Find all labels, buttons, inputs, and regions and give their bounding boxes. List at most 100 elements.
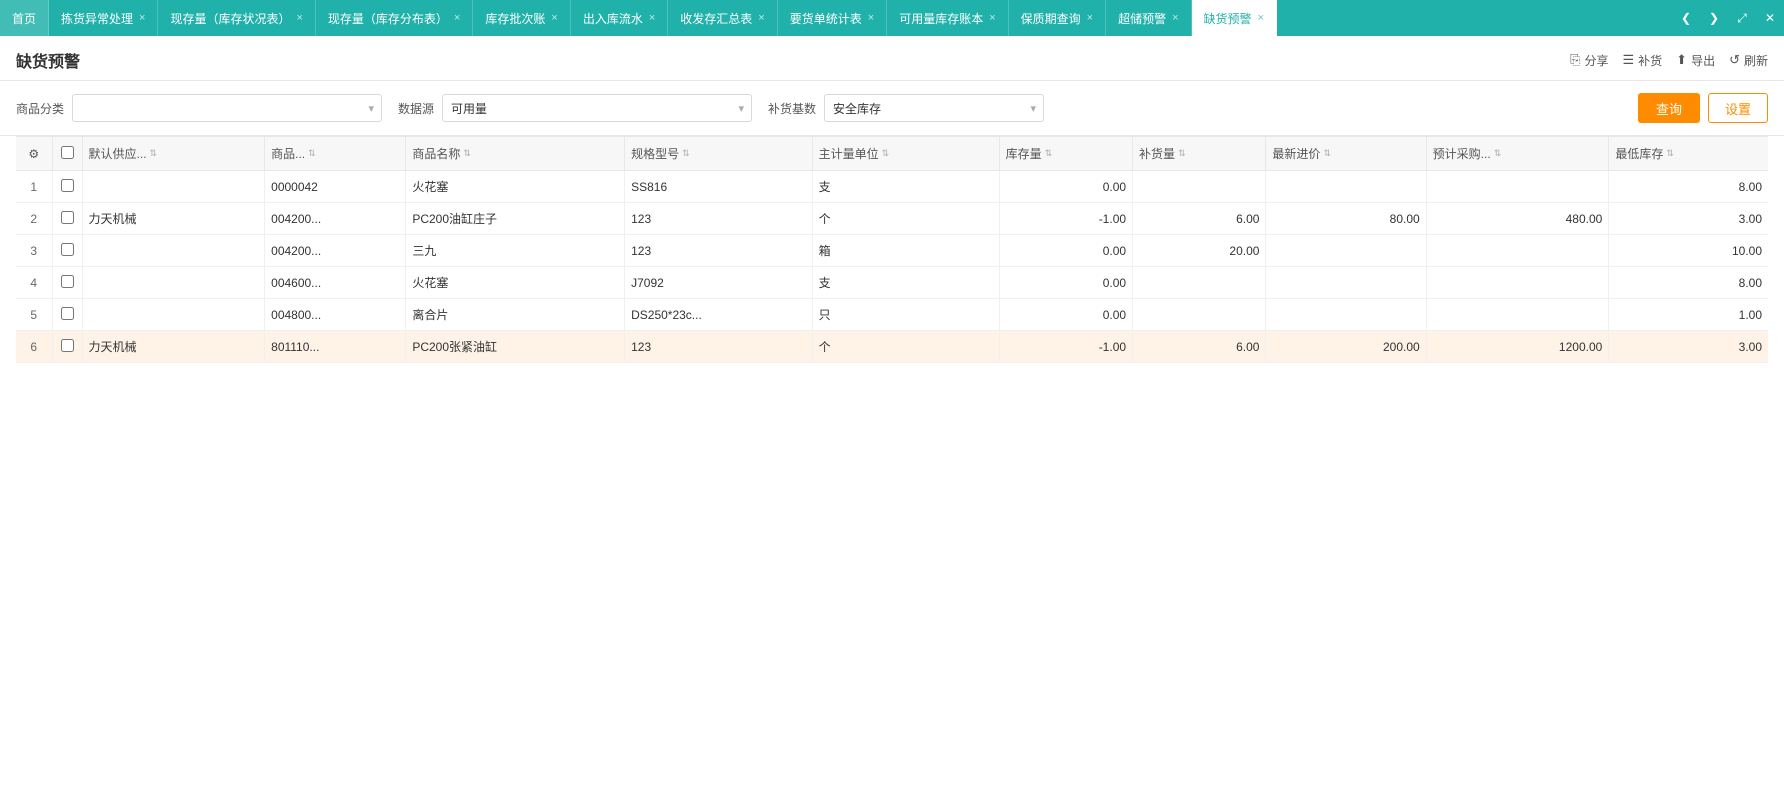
share-button[interactable]: ⎘ 分享 <box>1570 52 1608 69</box>
tab-label: 首页 <box>12 10 36 27</box>
refresh-button[interactable]: ↺ 刷新 <box>1729 52 1768 69</box>
datasource-filter-group: 数据源 可用量 ▾ <box>398 94 752 122</box>
cell-latest-price: 200.00 <box>1266 331 1426 363</box>
header-actions: ⎘ 分享 ☰ 补货 ⬆ 导出 ↺ 刷新 <box>1570 52 1768 69</box>
cell-forecast-purchase: 480.00 <box>1426 203 1609 235</box>
cell-replenish-qty: 6.00 <box>1133 331 1266 363</box>
cell-stock-qty: -1.00 <box>999 203 1132 235</box>
tab-close-exception[interactable]: × <box>139 12 145 24</box>
tab-order-stat[interactable]: 要货单统计表× <box>778 0 887 36</box>
export-button[interactable]: ⬆ 导出 <box>1676 52 1715 69</box>
datasource-select[interactable]: 可用量 <box>442 94 752 122</box>
tab-avail-ledger[interactable]: 可用量库存账本× <box>887 0 1008 36</box>
tab-close-stock-dist[interactable]: × <box>454 12 460 24</box>
cell-product-code: 004600... <box>265 267 406 299</box>
tab-close-overstock[interactable]: × <box>1172 12 1178 24</box>
query-button[interactable]: 查询 <box>1638 93 1700 123</box>
tab-inout-flow[interactable]: 出入库流水 × <box>571 0 668 36</box>
cell-latest-price <box>1266 235 1426 267</box>
row-checkbox[interactable] <box>61 339 74 352</box>
tab-exception[interactable]: 拣货异常处理× <box>49 0 158 36</box>
cell-product-code: 004800... <box>265 299 406 331</box>
tab-batch-account[interactable]: 库存批次账× <box>473 0 570 36</box>
tab-overstock[interactable]: 超储预警× <box>1106 0 1191 36</box>
cell-unit: 个 <box>812 331 999 363</box>
row-checkbox[interactable] <box>61 275 74 288</box>
row-checkbox[interactable] <box>61 179 74 192</box>
replenish-basis-select[interactable]: 安全库存 <box>824 94 1044 122</box>
tab-next-btn[interactable]: ❯ <box>1700 0 1728 36</box>
replenish-button[interactable]: ☰ 补货 <box>1622 52 1662 69</box>
tab-close-recv-summary[interactable]: × <box>758 12 764 24</box>
tab-close-avail-ledger[interactable]: × <box>989 12 995 24</box>
th-latest-price[interactable]: 最新进价 ⇅ <box>1266 137 1426 171</box>
cell-index: 3 <box>16 235 52 267</box>
cell-latest-price <box>1266 299 1426 331</box>
tab-close-inout-flow[interactable]: × <box>649 12 655 24</box>
category-select-wrapper: ▾ <box>72 94 382 122</box>
window-restore-btn[interactable]: ⤢ <box>1728 0 1756 36</box>
row-checkbox[interactable] <box>61 211 74 224</box>
cell-product-code: 004200... <box>265 235 406 267</box>
th-min-stock-label: 最低库存 <box>1615 145 1663 162</box>
share-label: 分享 <box>1584 52 1608 69</box>
th-forecast-purchase[interactable]: 预计采购... ⇅ <box>1426 137 1609 171</box>
cell-product-code: 801110... <box>265 331 406 363</box>
tab-close-order-stat[interactable]: × <box>868 12 874 24</box>
tab-close-stock-status[interactable]: × <box>296 12 302 24</box>
cell-forecast-purchase <box>1426 235 1609 267</box>
cell-checkbox[interactable] <box>52 203 82 235</box>
settings-button[interactable]: 设置 <box>1708 93 1768 123</box>
main-content: 缺货预警 ⎘ 分享 ☰ 补货 ⬆ 导出 ↺ 刷新 商品分类 <box>0 36 1784 796</box>
tab-close-shortage[interactable]: × <box>1258 12 1264 24</box>
cell-replenish-qty: 6.00 <box>1133 203 1266 235</box>
cell-checkbox[interactable] <box>52 235 82 267</box>
cell-min-stock: 3.00 <box>1609 203 1768 235</box>
tab-home[interactable]: 首页 <box>0 0 49 36</box>
cell-stock-qty: 0.00 <box>999 171 1132 203</box>
category-select[interactable] <box>72 94 382 122</box>
tab-label: 现存量（库存分布表） <box>328 10 448 27</box>
th-spec-sort-icon: ⇅ <box>682 148 690 159</box>
cell-min-stock: 10.00 <box>1609 235 1768 267</box>
row-checkbox[interactable] <box>61 307 74 320</box>
th-product-code[interactable]: 商品... ⇅ <box>265 137 406 171</box>
th-checkbox[interactable] <box>52 137 82 171</box>
select-all-checkbox[interactable] <box>61 146 74 159</box>
th-unit[interactable]: 主计量单位 ⇅ <box>812 137 999 171</box>
tab-close-expiry[interactable]: × <box>1087 12 1093 24</box>
cell-min-stock: 1.00 <box>1609 299 1768 331</box>
th-stock-qty[interactable]: 库存量 ⇅ <box>999 137 1132 171</box>
cell-min-stock: 3.00 <box>1609 331 1768 363</box>
cell-forecast-purchase <box>1426 299 1609 331</box>
tab-recv-summary[interactable]: 收发存汇总表× <box>668 0 777 36</box>
cell-checkbox[interactable] <box>52 267 82 299</box>
cell-checkbox[interactable] <box>52 171 82 203</box>
cell-index: 1 <box>16 171 52 203</box>
tab-stock-status[interactable]: 现存量（库存状况表）× <box>158 0 315 36</box>
tab-close-batch-account[interactable]: × <box>551 12 557 24</box>
gear-icon: ⚙ <box>28 147 39 161</box>
table-header: ⚙ 默认供应... ⇅ 商品... ⇅ <box>16 137 1768 171</box>
data-table: ⚙ 默认供应... ⇅ 商品... ⇅ <box>16 136 1768 363</box>
tab-stock-dist[interactable]: 现存量（库存分布表） × <box>316 0 473 36</box>
replenish-basis-value: 安全库存 <box>833 100 881 117</box>
tab-expiry[interactable]: 保质期查询× <box>1009 0 1106 36</box>
th-latest-price-sort-icon: ⇅ <box>1323 148 1331 159</box>
th-replenish-qty[interactable]: 补货量 ⇅ <box>1133 137 1266 171</box>
cell-product-name: 火花塞 <box>406 171 625 203</box>
th-min-stock[interactable]: 最低库存 ⇅ <box>1609 137 1768 171</box>
tab-prev-btn[interactable]: ❮ <box>1672 0 1700 36</box>
th-product-name[interactable]: 商品名称 ⇅ <box>406 137 625 171</box>
tab-shortage[interactable]: 缺货预警× <box>1192 0 1277 36</box>
cell-spec: 123 <box>625 235 812 267</box>
row-checkbox[interactable] <box>61 243 74 256</box>
th-gear[interactable]: ⚙ <box>16 137 52 171</box>
window-close-btn[interactable]: ✕ <box>1756 0 1784 36</box>
th-default-supplier[interactable]: 默认供应... ⇅ <box>82 137 265 171</box>
cell-checkbox[interactable] <box>52 331 82 363</box>
th-stock-qty-sort-icon: ⇅ <box>1045 148 1053 159</box>
cell-checkbox[interactable] <box>52 299 82 331</box>
tab-label: 出入库流水 <box>583 10 643 27</box>
th-spec[interactable]: 规格型号 ⇅ <box>625 137 812 171</box>
